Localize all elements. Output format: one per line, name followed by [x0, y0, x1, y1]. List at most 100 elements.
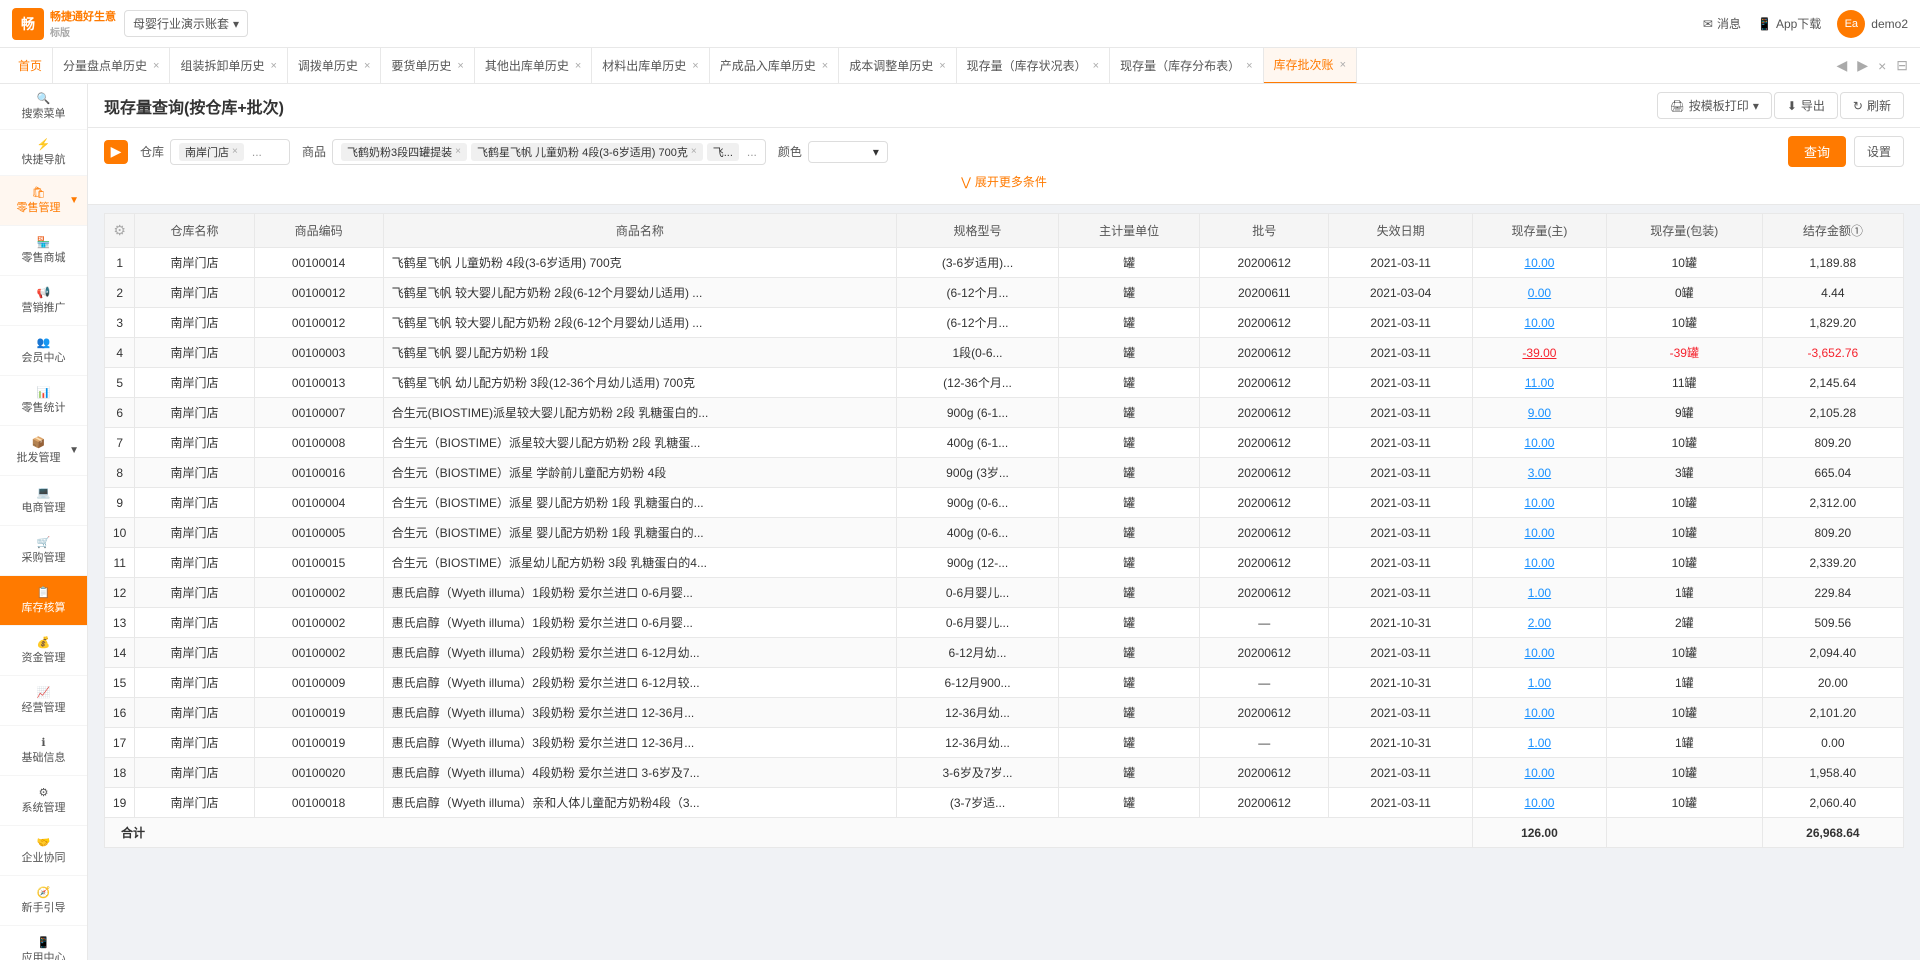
sidebar-item-quick[interactable]: ⚡ 快捷导航 — [0, 130, 87, 176]
sidebar-item-apps[interactable]: 📱 应用中心 — [0, 926, 87, 960]
cell-unit: 罐 — [1059, 278, 1200, 308]
sidebar-item-retail[interactable]: 🛍 零售管理 ▼ — [0, 176, 87, 226]
tab-tiaopi[interactable]: 调拨单历史 × — [288, 48, 381, 84]
table-row: 19 南岸门店 00100018 惠氏启醇（Wyeth illuma）亲和人体儿… — [105, 788, 1904, 818]
sidebar-item-finance[interactable]: 💰 资金管理 — [0, 626, 87, 676]
sidebar-item-purchase[interactable]: 🛒 采购管理 — [0, 526, 87, 576]
close-icon[interactable]: × — [1093, 60, 1099, 72]
collab-icon: 🤝 — [4, 836, 83, 849]
table-row: 2 南岸门店 00100012 飞鹤星飞帆 较大婴儿配方奶粉 2段(6-12个月… — [105, 278, 1904, 308]
tab-qita[interactable]: 其他出库单历史 × — [475, 48, 592, 84]
sidebar-item-collab[interactable]: 🤝 企业协同 — [0, 826, 87, 876]
export-btn[interactable]: ⬇ 导出 — [1774, 92, 1838, 119]
cell-spec: 6-12月900... — [897, 668, 1059, 698]
cell-qty-main: 10.00 — [1473, 518, 1607, 548]
close-icon[interactable]: × — [1246, 60, 1252, 72]
cell-name: 惠氏启醇（Wyeth illuma）亲和人体儿童配方奶粉4段（3... — [383, 788, 896, 818]
tab-chanliao[interactable]: 产成品入库单历史 × — [710, 48, 839, 84]
tab-kucun[interactable]: 库存批次账 × — [1264, 48, 1357, 84]
app-download-btn[interactable]: 📱 App下载 — [1757, 15, 1821, 32]
tab-close-icon[interactable]: × — [1874, 56, 1890, 76]
table-row: 3 南岸门店 00100012 飞鹤星飞帆 较大婴儿配方奶粉 2段(6-12个月… — [105, 308, 1904, 338]
tab-menu-icon[interactable]: ⊟ — [1892, 55, 1912, 76]
close-icon[interactable]: × — [1340, 59, 1346, 71]
cell-unit: 罐 — [1059, 488, 1200, 518]
close-icon[interactable]: × — [457, 60, 463, 72]
cell-qty-main: 1.00 — [1473, 728, 1607, 758]
tab-home[interactable]: 首页 — [8, 48, 53, 84]
workspace-selector[interactable]: 母婴行业演示账套 ▾ — [124, 10, 248, 37]
setting-btn[interactable]: 设置 — [1854, 136, 1904, 167]
print-btn[interactable]: 🖨 按模板打印 ▾ — [1657, 92, 1772, 119]
more-dots[interactable]: ... — [252, 145, 262, 159]
color-selector[interactable]: ▾ — [808, 141, 888, 163]
message-icon: ✉ — [1703, 17, 1713, 31]
warehouse-tag-container[interactable]: 南岸门店 × ... — [170, 139, 290, 165]
cell-seq: 18 — [105, 758, 135, 788]
operations-icon: 📈 — [4, 686, 83, 699]
cell-code: 00100012 — [254, 278, 383, 308]
sidebar-item-stats[interactable]: 📊 零售统计 — [0, 376, 87, 426]
cell-qty-main: 1.00 — [1473, 668, 1607, 698]
sidebar-item-basic[interactable]: ℹ 基础信息 — [0, 726, 87, 776]
sidebar: 🔍 搜索菜单 ⚡ 快捷导航 🛍 零售管理 ▼ 🏪 零售商城 📢 营销推广 👥 会… — [0, 84, 88, 960]
cell-code: 00100007 — [254, 398, 383, 428]
cell-code: 00100002 — [254, 638, 383, 668]
user-area[interactable]: Ea demo2 — [1837, 10, 1908, 38]
close-icon[interactable]: × — [939, 60, 945, 72]
remove-warehouse-icon[interactable]: × — [232, 146, 238, 157]
cell-unit: 罐 — [1059, 548, 1200, 578]
color-filter: 颜色 ▾ — [778, 141, 888, 163]
tab-cailiao[interactable]: 材料出库单历史 × — [592, 48, 709, 84]
sidebar-item-system[interactable]: ⚙ 系统管理 — [0, 776, 87, 826]
refresh-btn[interactable]: ↻ 刷新 — [1840, 92, 1904, 119]
cell-warehouse: 南岸门店 — [135, 698, 254, 728]
cell-code: 00100014 — [254, 248, 383, 278]
tab-xianzai2[interactable]: 现存量（库存分布表） × — [1110, 48, 1263, 84]
cell-warehouse: 南岸门店 — [135, 308, 254, 338]
close-icon[interactable]: × — [822, 60, 828, 72]
col-name: 商品名称 — [383, 214, 896, 248]
tab-yaohuo[interactable]: 要货单历史 × — [381, 48, 474, 84]
close-icon[interactable]: × — [575, 60, 581, 72]
more-dots2[interactable]: ... — [747, 145, 757, 159]
expand-conditions-btn[interactable]: ⋁ 展开更多条件 — [961, 173, 1047, 190]
cell-unit: 罐 — [1059, 728, 1200, 758]
sidebar-item-guide[interactable]: 🧭 新手引导 — [0, 876, 87, 926]
cell-code: 00100002 — [254, 578, 383, 608]
remove-product1-icon[interactable]: × — [455, 146, 461, 157]
sidebar-item-shop[interactable]: 🏪 零售商城 — [0, 226, 87, 276]
tab-prev-icon[interactable]: ◀ — [1833, 55, 1852, 76]
cell-expire: 2021-03-11 — [1329, 788, 1473, 818]
col-warehouse: 仓库名称 — [135, 214, 254, 248]
sidebar-item-search[interactable]: 🔍 搜索菜单 — [0, 84, 87, 130]
sidebar-item-wholesale[interactable]: 📦 批发管理 ▼ — [0, 426, 87, 476]
sidebar-item-ecommerce[interactable]: 💻 电商管理 — [0, 476, 87, 526]
message-btn[interactable]: ✉ 消息 — [1703, 15, 1741, 32]
top-bar-right: ✉ 消息 📱 App下载 Ea demo2 — [1703, 10, 1908, 38]
close-icon[interactable]: × — [692, 60, 698, 72]
gear-icon[interactable]: ⚙ — [113, 222, 126, 238]
filter-expand-btn[interactable]: ▶ — [104, 140, 128, 164]
cell-name: 飞鹤星飞帆 幼儿配方奶粉 3段(12-36个月幼儿适用) 700克 — [383, 368, 896, 398]
cell-expire: 2021-03-04 — [1329, 278, 1473, 308]
cell-unit: 罐 — [1059, 758, 1200, 788]
query-btn[interactable]: 查询 — [1788, 136, 1846, 167]
cell-expire: 2021-03-11 — [1329, 308, 1473, 338]
close-icon[interactable]: × — [153, 60, 159, 72]
close-icon[interactable]: × — [364, 60, 370, 72]
cell-code: 00100008 — [254, 428, 383, 458]
remove-product2-icon[interactable]: × — [691, 146, 697, 157]
product-tag-container[interactable]: 飞鹤奶粉3段四罐提装 × 飞鹤星飞帆 儿童奶粉 4段(3-6岁适用) 700克 … — [332, 139, 766, 165]
sidebar-item-operations[interactable]: 📈 经营管理 — [0, 676, 87, 726]
tab-zuhe[interactable]: 组装拆卸单历史 × — [170, 48, 287, 84]
tab-xianzai1[interactable]: 现存量（库存状况表） × — [957, 48, 1110, 84]
sidebar-item-inventory[interactable]: 📋 库存核算 — [0, 576, 87, 626]
tab-fenku[interactable]: 分量盘点单历史 × — [53, 48, 170, 84]
tab-next-icon[interactable]: ▶ — [1853, 55, 1872, 76]
sidebar-item-member[interactable]: 👥 会员中心 — [0, 326, 87, 376]
sidebar-item-marketing[interactable]: 📢 营销推广 — [0, 276, 87, 326]
tab-chengben[interactable]: 成本调整单历史 × — [839, 48, 956, 84]
close-icon[interactable]: × — [270, 60, 276, 72]
cell-seq: 1 — [105, 248, 135, 278]
